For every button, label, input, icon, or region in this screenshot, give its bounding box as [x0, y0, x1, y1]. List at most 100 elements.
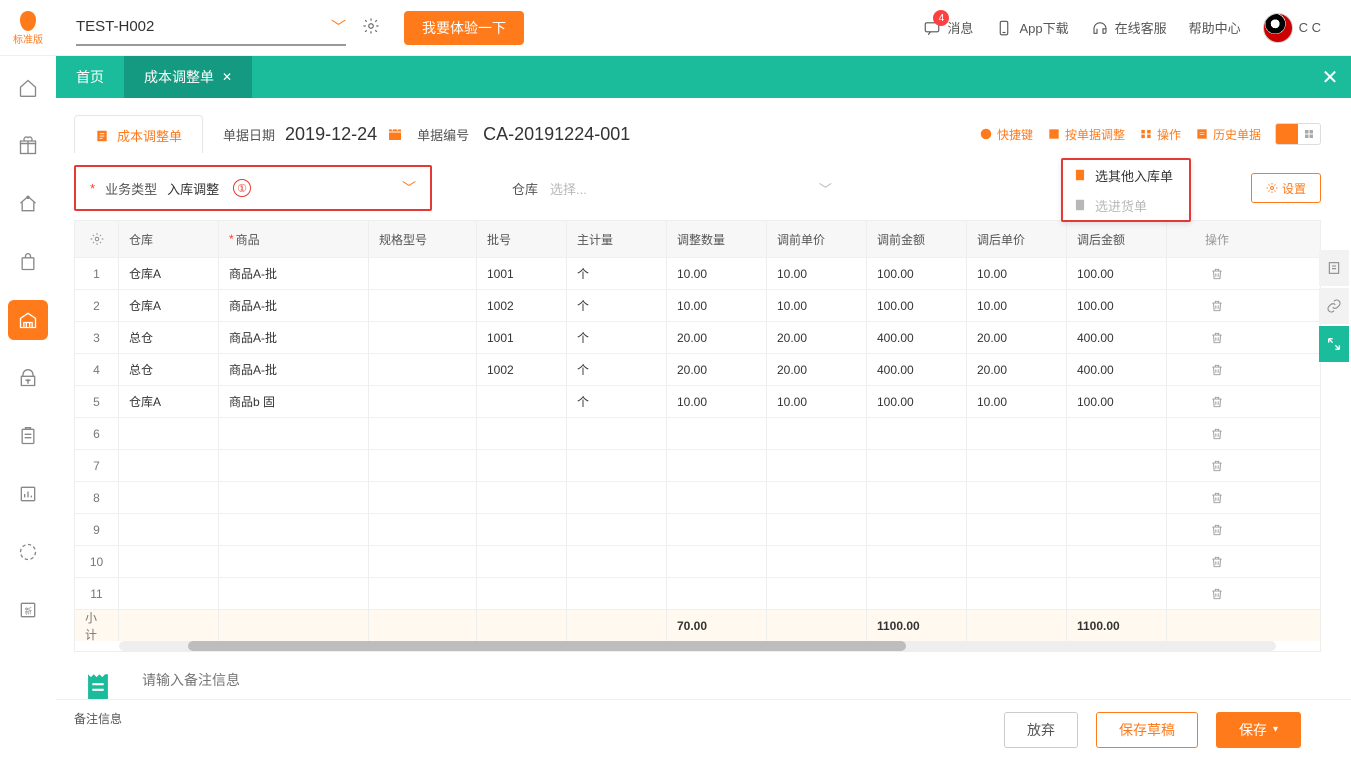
doc-meta: 单据日期 2019-12-24 单据编号 CA-20191224-001: [223, 124, 630, 145]
history-button[interactable]: 历史单据: [1195, 126, 1261, 143]
nav-new[interactable]: 新: [8, 590, 48, 630]
right-tool-note[interactable]: [1319, 250, 1349, 286]
table-row[interactable]: 8: [75, 481, 1320, 513]
sum-post-amt: 1100.00: [1067, 610, 1167, 641]
trash-icon: [1210, 491, 1224, 505]
th-post-amt: 调后金额: [1067, 221, 1167, 257]
customer-service-button[interactable]: 在线客服: [1091, 18, 1167, 37]
delete-row-button[interactable]: [1167, 322, 1267, 353]
nav-clipboard[interactable]: [8, 416, 48, 456]
trash-icon: [1210, 395, 1224, 409]
table-row[interactable]: 7: [75, 449, 1320, 481]
delete-row-button[interactable]: [1167, 418, 1267, 449]
nav-home[interactable]: [8, 68, 48, 108]
select-purchase: 选进货单: [1063, 190, 1189, 220]
doc-icon: [95, 129, 109, 143]
table-row[interactable]: 9: [75, 513, 1320, 545]
save-draft-button[interactable]: 保存草稿: [1096, 712, 1198, 748]
view-list[interactable]: [1276, 124, 1298, 144]
th-unit: 主计量: [567, 221, 667, 257]
trash-icon: [1210, 427, 1224, 441]
save-button[interactable]: 保存▾: [1216, 712, 1301, 748]
delete-row-button[interactable]: [1167, 546, 1267, 577]
footer: 放弃 保存草稿 保存▾: [56, 699, 1351, 759]
table-row[interactable]: 10: [75, 545, 1320, 577]
table-row[interactable]: 5仓库A商品b 固个10.0010.00100.0010.00100.00: [75, 385, 1320, 417]
th-batch: 批号: [477, 221, 567, 257]
doc-icon: [1073, 198, 1087, 212]
sum-qty: 70.00: [667, 610, 767, 641]
select-doc-popup: 选其他入库单 选进货单: [1061, 158, 1191, 222]
sum-pre-amt: 1100.00: [867, 610, 967, 641]
shop-select[interactable]: TEST-H002 ﹀: [76, 10, 346, 46]
nav-bag[interactable]: [8, 242, 48, 282]
delete-row-button[interactable]: [1167, 450, 1267, 481]
right-tool-link[interactable]: [1319, 288, 1349, 324]
shop-name: TEST-H002: [76, 18, 154, 35]
trash-icon: [1210, 587, 1224, 601]
right-tool-expand[interactable]: [1319, 326, 1349, 362]
tabs-row: 首页 成本调整单✕ ✕: [56, 56, 1351, 98]
by-doc-adjust-button[interactable]: 按单据调整: [1047, 126, 1125, 143]
delete-row-button[interactable]: [1167, 290, 1267, 321]
col-config-button[interactable]: [75, 221, 119, 257]
settings-icon[interactable]: [362, 17, 380, 38]
main: 成本调整单 单据日期 2019-12-24 单据编号 CA-20191224-0…: [56, 98, 1351, 759]
doc-date[interactable]: 2019-12-24: [285, 124, 377, 145]
close-all-tabs[interactable]: ✕: [1309, 56, 1351, 98]
delete-row-button[interactable]: [1167, 354, 1267, 385]
tab-cost-adjust[interactable]: 成本调整单✕: [124, 56, 252, 98]
app-download-button[interactable]: App下载: [995, 18, 1068, 37]
logo[interactable]: 标准版: [0, 0, 56, 56]
tab-home[interactable]: 首页: [56, 56, 124, 98]
help-center-button[interactable]: 帮助中心: [1189, 18, 1241, 37]
avatar: [1263, 13, 1293, 43]
delete-row-button[interactable]: [1167, 578, 1267, 609]
cancel-button[interactable]: 放弃: [1004, 712, 1078, 748]
delete-row-button[interactable]: [1167, 482, 1267, 513]
table-row[interactable]: 6: [75, 417, 1320, 449]
left-nav: 新: [0, 56, 56, 759]
settings-button[interactable]: 设置: [1251, 173, 1321, 203]
trash-icon: [1210, 363, 1224, 377]
trash-icon: [1210, 459, 1224, 473]
doc-tools: 快捷键 按单据调整 操作 历史单据: [979, 123, 1321, 145]
trash-icon: [1210, 267, 1224, 281]
select-other-in[interactable]: 选其他入库单: [1063, 160, 1189, 190]
ops-button[interactable]: 操作: [1139, 126, 1181, 143]
chevron-down-icon: ▾: [1273, 724, 1278, 735]
th-pre-price: 调前单价: [767, 221, 867, 257]
chevron-down-icon: ﹀: [331, 16, 346, 37]
svg-text:新: 新: [25, 605, 33, 615]
business-type-select[interactable]: * 业务类型 入库调整 ① ﹀: [74, 165, 432, 211]
table-row[interactable]: 3总仓商品A-批1001个20.0020.00400.0020.00400.00: [75, 321, 1320, 353]
shortcut-button[interactable]: 快捷键: [979, 126, 1033, 143]
close-icon[interactable]: ✕: [222, 70, 232, 84]
doc-header: 成本调整单 单据日期 2019-12-24 单据编号 CA-20191224-0…: [74, 112, 1321, 156]
nav-loading[interactable]: [8, 532, 48, 572]
horizontal-scrollbar[interactable]: [119, 641, 1276, 651]
logo-icon: [16, 9, 40, 33]
nav-warehouse[interactable]: [8, 300, 48, 340]
table-row[interactable]: 4总仓商品A-批1002个20.0020.00400.0020.00400.00: [75, 353, 1320, 385]
summary-row: 小计 70.00 1100.00 1100.00: [75, 609, 1320, 641]
nav-report[interactable]: [8, 474, 48, 514]
table-row[interactable]: 11: [75, 577, 1320, 609]
calendar-icon[interactable]: [387, 126, 403, 142]
warehouse-select[interactable]: 仓库 选择... ﹀: [512, 179, 832, 198]
delete-row-button[interactable]: [1167, 258, 1267, 289]
nav-house[interactable]: [8, 184, 48, 224]
view-toggle: [1275, 123, 1321, 145]
nav-gift[interactable]: [8, 126, 48, 166]
nav-money[interactable]: [8, 358, 48, 398]
delete-row-button[interactable]: [1167, 386, 1267, 417]
messages-button[interactable]: 消息 4: [923, 18, 973, 37]
user-menu[interactable]: C C: [1263, 13, 1321, 43]
doc-code: CA-20191224-001: [483, 124, 630, 145]
view-grid[interactable]: [1298, 124, 1320, 144]
table-row[interactable]: 2仓库A商品A-批1002个10.0010.00100.0010.00100.0…: [75, 289, 1320, 321]
delete-row-button[interactable]: [1167, 514, 1267, 545]
try-button[interactable]: 我要体验一下: [404, 11, 524, 45]
header-right: 消息 4 App下载 在线客服 帮助中心 C C: [923, 13, 1351, 43]
table-row[interactable]: 1仓库A商品A-批1001个10.0010.00100.0010.00100.0…: [75, 257, 1320, 289]
